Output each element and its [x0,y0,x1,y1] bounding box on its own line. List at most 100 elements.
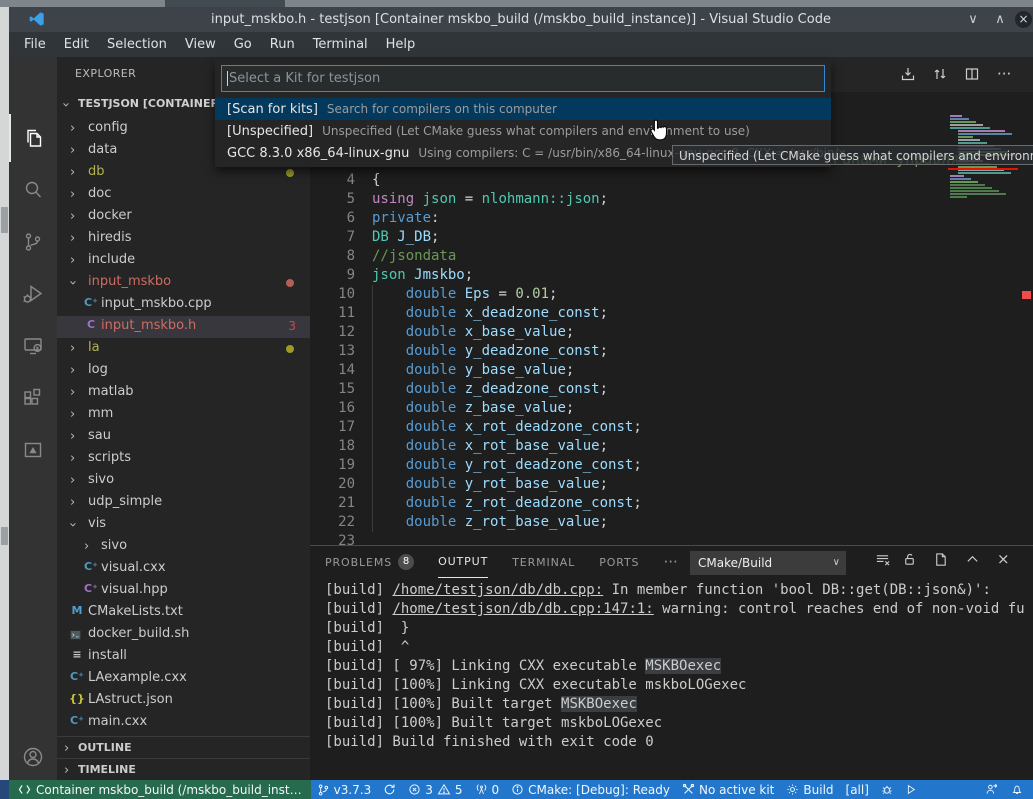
open-output-in-editor-icon[interactable] [933,552,948,567]
line-number[interactable]: 20 [310,475,355,494]
menu-view[interactable]: View [176,32,225,57]
remote-explorer-icon[interactable] [9,322,57,370]
tree-item-matlab[interactable]: › matlab [57,382,310,404]
line-number[interactable]: 15 [310,380,355,399]
tree-item-docker-build-sh[interactable]: docker_build.sh [57,624,310,646]
more-actions-icon[interactable]: ··· [997,66,1011,82]
tree-item-cmakelists-txt[interactable]: M CMakeLists.txt [57,602,310,624]
maximize-panel-icon[interactable] [965,552,980,567]
quickpick-item[interactable]: [Unspecified] Unspecified (Let CMake gues… [215,120,831,142]
remote-indicator[interactable]: Container mskbo_build (/mskbo_build_inst… [9,780,311,799]
accounts-icon[interactable] [9,733,57,781]
info-icon [511,783,524,796]
tree-item-scripts[interactable]: › scripts [57,448,310,470]
panel-tab-ports[interactable]: PORTS [599,547,639,578]
clear-output-icon[interactable] [875,552,890,567]
tree-item-vis[interactable]: › vis [57,514,310,536]
panel-tab-problems[interactable]: PROBLEMS 8 [325,547,415,578]
line-number[interactable]: 13 [310,342,355,361]
status-item-bell-icon[interactable] [1005,783,1029,796]
quickpick-item[interactable]: [Scan for kits] Search for compilers on t… [215,98,831,120]
close-panel-icon[interactable]: × [997,552,1010,567]
tree-item-sivo[interactable]: › sivo [57,536,310,558]
tree-item-visual-hpp[interactable]: C⁺ visual.hpp [57,580,310,602]
line-number[interactable]: 8 [310,247,355,266]
line-number[interactable]: 5 [310,190,355,209]
line-number[interactable]: 7 [310,228,355,247]
line-number[interactable]: 11 [310,304,355,323]
line-number[interactable]: 10 [310,285,355,304]
tree-item-visual-cxx[interactable]: C⁺ visual.cxx [57,558,310,580]
minimize-button[interactable]: ∨ [962,7,984,32]
status-item-0[interactable]: 0 [469,783,506,797]
status-item-cmake-debug-ready[interactable]: CMake: [Debug]: Ready [505,783,676,797]
status-item-v3-7-3[interactable]: v3.7.3 [311,783,378,797]
menu-file[interactable]: File [15,32,55,57]
tree-item-input-mskbo-cpp[interactable]: C⁺ input_mskbo.cpp [57,294,310,316]
tree-item-laexample-cxx[interactable]: C⁺ LAexample.cxx [57,668,310,690]
cmake-icon[interactable] [9,426,57,474]
line-number[interactable]: 18 [310,437,355,456]
compare-swap-icon[interactable] [932,66,948,82]
tree-item-input-mskbo[interactable]: › input_mskbo [57,272,310,294]
maximize-button[interactable]: ∧ [989,7,1011,32]
status-item[interactable] [377,783,402,796]
outline-section-header[interactable]: › OUTLINE [57,736,310,759]
extensions-icon[interactable] [9,374,57,422]
tree-item-include[interactable]: › include [57,250,310,272]
split-editor-icon[interactable] [964,66,980,82]
tree-item-sivo[interactable]: › sivo [57,470,310,492]
line-number[interactable]: 19 [310,456,355,475]
tree-item-docker[interactable]: › docker [57,206,310,228]
line-number[interactable]: 22 [310,513,355,532]
install-kit-icon[interactable] [900,66,916,82]
line-number[interactable]: 14 [310,361,355,380]
menu-help[interactable]: Help [377,32,425,57]
tree-item-install[interactable]: ≡ install [57,646,310,668]
tree-item-input-mskbo-h[interactable]: Cinput_mskbo.h 3 [57,316,310,338]
menu-selection[interactable]: Selection [98,32,176,57]
line-number[interactable]: 17 [310,418,355,437]
line-number[interactable]: 12 [310,323,355,342]
unlock-icon[interactable] [902,552,917,567]
line-number[interactable]: 6 [310,209,355,228]
menu-go[interactable]: Go [225,32,261,57]
menu-terminal[interactable]: Terminal [304,32,377,57]
file-link[interactable]: /home/testjson/db/db.cpp:147:1: [392,601,653,617]
file-link[interactable]: /home/testjson/db/db.cpp: [392,582,603,598]
status-item-no-active-kit[interactable]: No active kit [676,783,780,797]
source-control-icon[interactable] [9,218,57,266]
status-item-build[interactable]: Build [780,783,839,797]
status-item[interactable] [875,783,899,796]
quickpick-input[interactable]: Select a Kit for testjson [221,65,825,92]
status-item[interactable] [899,783,923,796]
close-button[interactable]: × [1015,11,1032,28]
search-icon[interactable] [9,166,57,214]
status-item-3[interactable]: 35 [402,783,468,797]
tree-item-hiredis[interactable]: › hiredis [57,228,310,250]
line-number[interactable]: 16 [310,399,355,418]
line-number[interactable]: 9 [310,266,355,285]
timeline-section-header[interactable]: › TIMELINE [57,758,310,780]
output-channel-dropdown[interactable]: CMake/Build ∨ [690,551,846,575]
status-item-feedback-icon[interactable] [979,783,1005,796]
files-explorer-icon[interactable] [9,114,57,162]
run-debug-icon[interactable] [9,270,57,318]
tree-item-log[interactable]: › log [57,360,310,382]
line-number[interactable]: 21 [310,494,355,513]
menu-run[interactable]: Run [261,32,304,57]
tree-item-sau[interactable]: › sau [57,426,310,448]
tree-item-udp-simple[interactable]: › udp_simple [57,492,310,514]
tree-item-mm[interactable]: › mm [57,404,310,426]
tree-item-lastruct-json[interactable]: {} LAstruct.json [57,690,310,712]
line-number[interactable]: 4 [310,171,355,190]
tree-item-la[interactable]: › la [57,338,310,360]
minimap[interactable] [948,100,1018,545]
tree-item-main-cxx[interactable]: C⁺ main.cxx [57,712,310,734]
panel-tab-output[interactable]: OUTPUT [438,546,489,578]
tree-item-doc[interactable]: › doc [57,184,310,206]
menu-edit[interactable]: Edit [55,32,98,57]
more-tabs-icon[interactable]: ··· [663,553,677,571]
panel-tab-terminal[interactable]: TERMINAL [512,547,575,578]
status-item--all-[interactable]: [all] [840,783,875,797]
